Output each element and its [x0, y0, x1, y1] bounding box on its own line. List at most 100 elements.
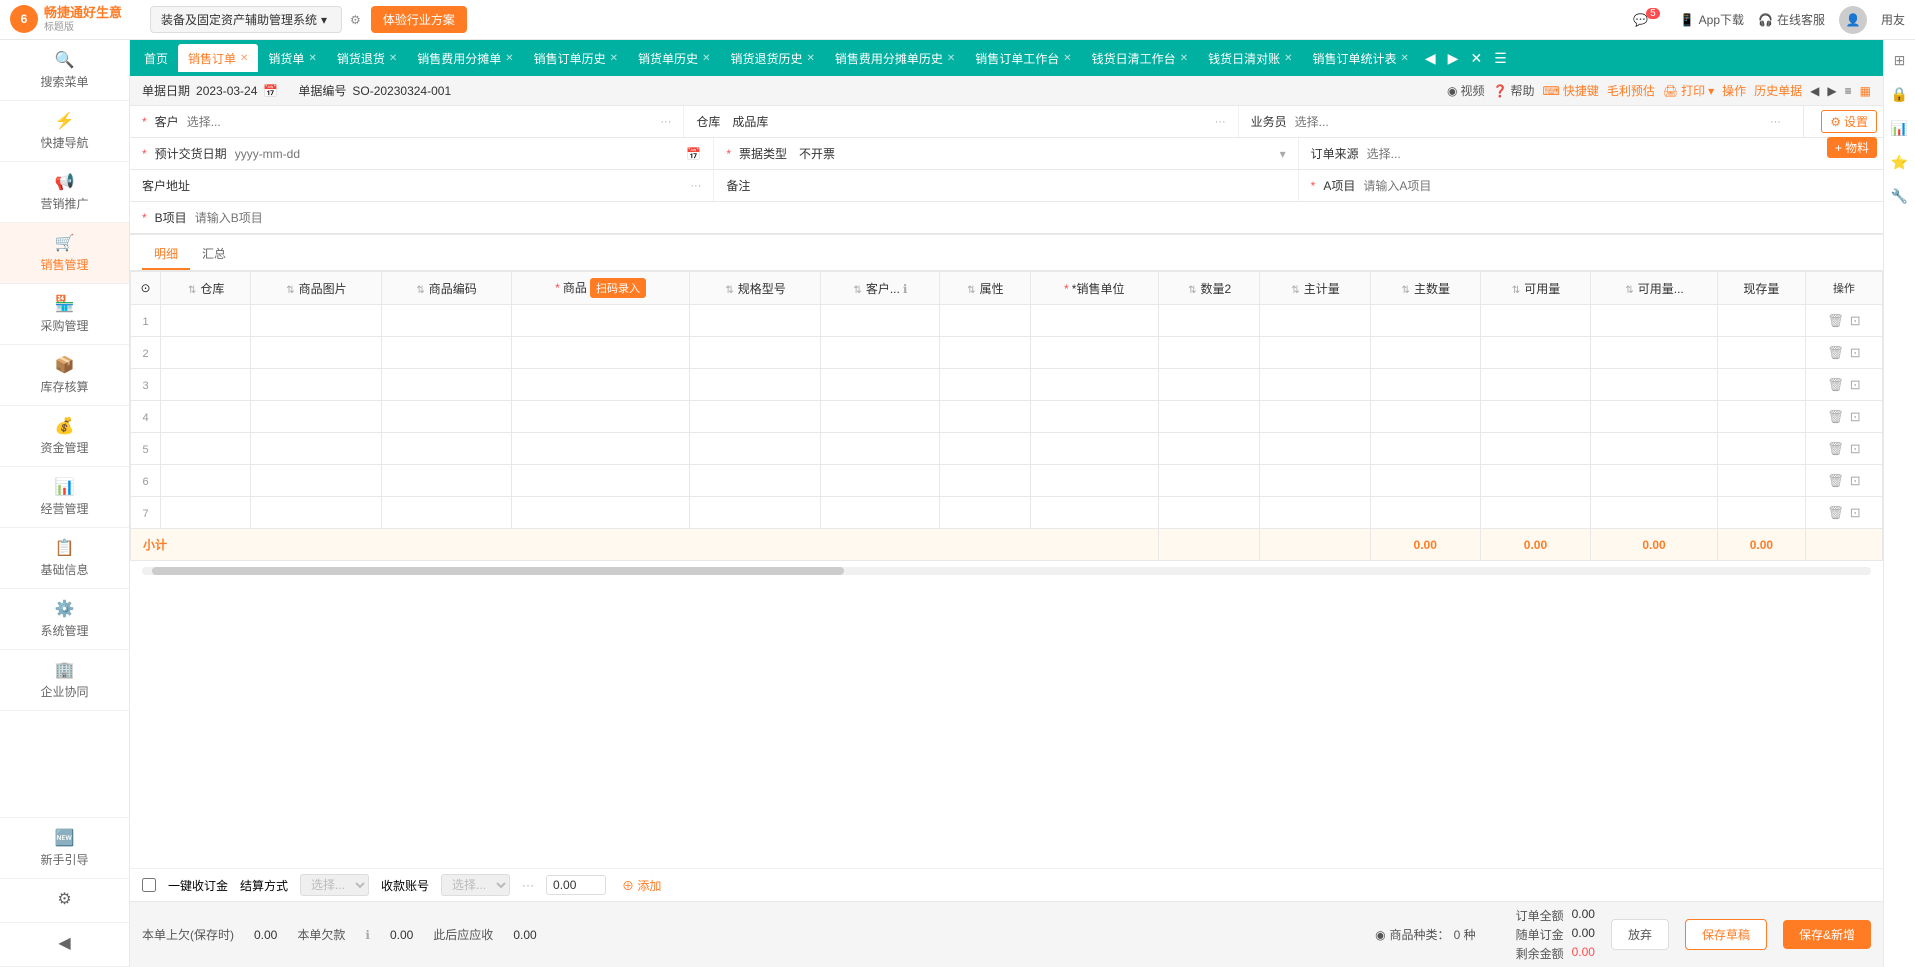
delete-icon[interactable]: 🗑	[1827, 473, 1844, 489]
tab-ledger[interactable]: 钱货日清对账 ✕	[1198, 44, 1302, 72]
shortcut-btn[interactable]: ⌨ 快捷键	[1543, 82, 1599, 99]
sidebar-item-quick-nav[interactable]: ⚡ 快捷导航	[0, 101, 129, 162]
sidebar-item-finance[interactable]: 💰 资金管理	[0, 406, 129, 467]
tab-home[interactable]: 首页	[134, 44, 178, 72]
tab-ledger-close[interactable]: ✕	[1284, 53, 1292, 64]
nav-next-btn[interactable]: ▶	[1827, 84, 1836, 98]
tab-sales-return[interactable]: 销货单 ✕	[258, 44, 326, 72]
tab-return-history-close[interactable]: ✕	[806, 53, 814, 64]
view-btn[interactable]: ◉ 视频	[1447, 82, 1485, 99]
delivery-calendar-icon[interactable]: 📅	[686, 147, 701, 161]
operate-btn[interactable]: 操作	[1722, 82, 1746, 99]
row-warehouse-2[interactable]	[161, 337, 251, 369]
delete-icon[interactable]: 🗑	[1827, 409, 1844, 425]
th-available2[interactable]: ⇅ 可用量...	[1591, 272, 1718, 305]
save-new-btn[interactable]: 保存&新增	[1783, 920, 1871, 949]
sidebar-item-search[interactable]: 🔍 搜索菜单	[0, 40, 129, 101]
tab-return-history[interactable]: 销货退货历史 ✕	[720, 44, 824, 72]
row-product-1[interactable]	[511, 305, 690, 337]
tab-fee-history[interactable]: 销售费用分摊单历史 ✕	[825, 44, 965, 72]
th-unit[interactable]: * *销售单位	[1030, 272, 1158, 305]
note-input[interactable]	[758, 179, 1285, 193]
delete-icon[interactable]: 🗑	[1827, 345, 1844, 361]
th-main-unit[interactable]: ⇅ 主计量	[1260, 272, 1370, 305]
tab-summary[interactable]: 汇总	[190, 239, 238, 270]
tab-sales-return-close[interactable]: ✕	[308, 53, 316, 64]
th-product[interactable]: * 商品 扫码录入	[511, 272, 690, 305]
profit-btn[interactable]: 毛利预估	[1607, 82, 1655, 99]
copy-icon[interactable]: ⊡	[1850, 377, 1861, 393]
customer-ellipsis[interactable]: ···	[660, 116, 671, 128]
sidebar-item-sales[interactable]: 🛒 销售管理	[0, 223, 129, 284]
grid-view-btn[interactable]: ▦	[1860, 84, 1871, 98]
sidebar-collapse[interactable]: ◀	[0, 923, 129, 967]
copy-icon[interactable]: ⊡	[1850, 505, 1861, 521]
row-main-qty-1[interactable]	[1370, 305, 1480, 337]
delete-icon[interactable]: 🗑	[1827, 377, 1844, 393]
th-available[interactable]: ⇅ 可用量	[1480, 272, 1590, 305]
b-project-input[interactable]	[195, 211, 495, 225]
tab-menu-btn[interactable]: ☰	[1488, 48, 1513, 69]
sidebar-settings[interactable]: ⚙	[0, 879, 129, 923]
tab-stats[interactable]: 销售订单统计表 ✕	[1302, 44, 1418, 72]
row-unit-1[interactable]	[1030, 305, 1158, 337]
copy-icon[interactable]: ⊡	[1850, 441, 1861, 457]
deposit-checkbox[interactable]	[142, 878, 156, 892]
right-panel-icon-1[interactable]: ⊞	[1888, 48, 1912, 72]
message-btn[interactable]: 💬 5	[1633, 13, 1666, 27]
tab-stats-close[interactable]: ✕	[1401, 53, 1409, 64]
row-qty2-1[interactable]	[1158, 305, 1259, 337]
tab-sales-order[interactable]: 销售订单 ✕	[178, 44, 258, 72]
th-warehouse[interactable]: ⇅ 仓库	[161, 272, 251, 305]
th-spec[interactable]: ⇅ 规格型号	[690, 272, 820, 305]
delivery-input[interactable]	[235, 147, 679, 161]
right-panel-icon-4[interactable]: ⭐	[1888, 150, 1912, 174]
sidebar-item-operations[interactable]: 📊 经营管理	[0, 467, 129, 528]
sidebar-item-guide[interactable]: 🆕 新手引导	[0, 818, 129, 879]
add-material-btn[interactable]: + 物料	[1827, 137, 1877, 158]
tab-workbench-close[interactable]: ✕	[1063, 53, 1071, 64]
copy-icon[interactable]: ⊡	[1850, 409, 1861, 425]
right-panel-icon-5[interactable]: 🔧	[1888, 184, 1912, 208]
a-project-input[interactable]	[1363, 179, 1871, 193]
customer-input[interactable]	[187, 115, 653, 129]
row-warehouse-1[interactable]	[161, 305, 251, 337]
address-ellipsis[interactable]: ···	[690, 180, 701, 192]
scan-btn[interactable]: 扫码录入	[590, 278, 646, 298]
tab-sales-history-close[interactable]: ✕	[702, 53, 710, 64]
print-btn[interactable]: 🖨 打印 ▾	[1663, 82, 1714, 99]
tab-detail[interactable]: 明细	[142, 239, 190, 270]
calendar-icon[interactable]: 📅	[263, 84, 278, 98]
sidebar-item-system[interactable]: ⚙️ 系统管理	[0, 589, 129, 650]
settings-icon[interactable]: ⚙	[350, 13, 361, 27]
help-btn[interactable]: ❓ 帮助	[1493, 82, 1535, 99]
right-panel-icon-2[interactable]: 🔒	[1888, 82, 1912, 106]
invoice-arrow[interactable]: ▾	[1280, 147, 1286, 161]
warehouse-ellipsis[interactable]: ···	[1215, 116, 1226, 128]
solution-btn[interactable]: 体验行业方案	[371, 6, 467, 33]
copy-icon[interactable]: ⊡	[1850, 473, 1861, 489]
tab-return-goods-close[interactable]: ✕	[389, 53, 397, 64]
tab-fee-history-close[interactable]: ✕	[947, 53, 955, 64]
sidebar-item-inventory[interactable]: 📦 库存核算	[0, 345, 129, 406]
th-product-img[interactable]: ⇅ 商品图片	[251, 272, 381, 305]
tab-order-history-close[interactable]: ✕	[610, 53, 618, 64]
tab-next-btn[interactable]: ▶	[1442, 48, 1465, 69]
sidebar-item-marketing[interactable]: 📢 营销推广	[0, 162, 129, 223]
delete-icon[interactable]: 🗑	[1827, 505, 1844, 521]
th-qty2[interactable]: ⇅ 数量2	[1158, 272, 1259, 305]
right-panel-icon-3[interactable]: 📊	[1888, 116, 1912, 140]
sidebar-item-purchase[interactable]: 🏪 采购管理	[0, 284, 129, 345]
setting-btn[interactable]: ⚙ 设置	[1821, 110, 1877, 133]
horizontal-scrollbar[interactable]	[130, 561, 1883, 581]
add-btn[interactable]: ⊕ 添加	[622, 877, 661, 894]
copy-icon[interactable]: ⊡	[1850, 313, 1861, 329]
avatar[interactable]: 👤	[1839, 6, 1867, 34]
tab-sales-order-close[interactable]: ✕	[240, 53, 248, 64]
th-product-code[interactable]: ⇅ 商品编码	[381, 272, 511, 305]
order-source-input[interactable]	[1367, 147, 1857, 161]
nav-prev-btn[interactable]: ◀	[1810, 84, 1819, 98]
delete-icon[interactable]: 🗑	[1827, 313, 1844, 329]
system-selector[interactable]: 装备及固定资产辅助管理系统 ▾	[150, 6, 342, 33]
tab-return-goods[interactable]: 销货退货 ✕	[327, 44, 407, 72]
